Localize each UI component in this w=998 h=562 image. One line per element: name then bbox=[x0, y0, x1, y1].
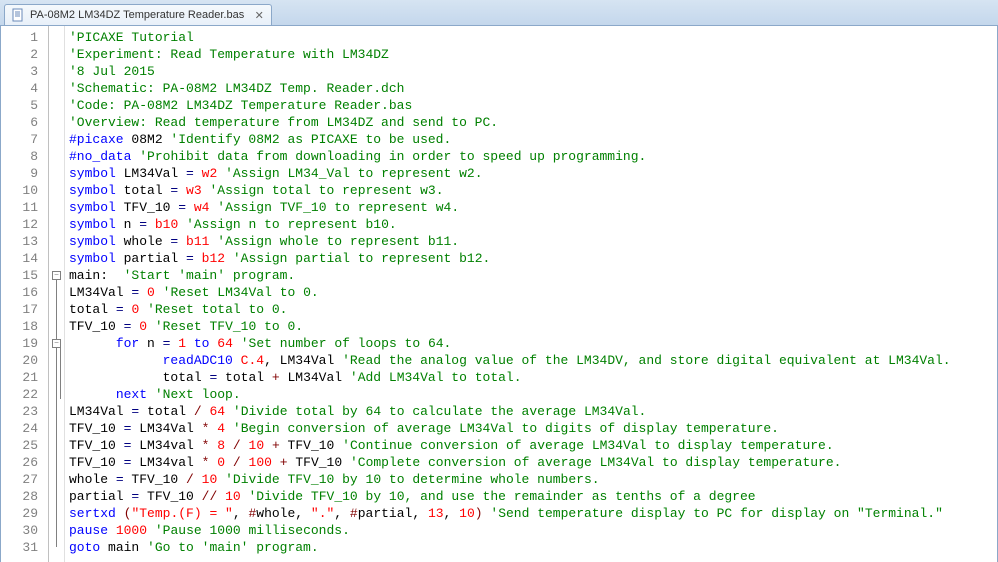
line-number: 11 bbox=[1, 199, 48, 216]
code-line[interactable]: symbol LM34Val = w2 'Assign LM34_Val to … bbox=[69, 165, 997, 182]
line-number: 13 bbox=[1, 233, 48, 250]
code-line[interactable]: 'Schematic: PA-08M2 LM34DZ Temp. Reader.… bbox=[69, 80, 997, 97]
line-number: 31 bbox=[1, 539, 48, 556]
line-number: 30 bbox=[1, 522, 48, 539]
code-line[interactable]: sertxd ("Temp.(F) = ", #whole, ".", #par… bbox=[69, 505, 997, 522]
tab-title: PA-08M2 LM34DZ Temperature Reader.bas bbox=[30, 9, 244, 21]
code-line[interactable]: 'Overview: Read temperature from LM34DZ … bbox=[69, 114, 997, 131]
code-line[interactable]: partial = TFV_10 // 10 'Divide TFV_10 by… bbox=[69, 488, 997, 505]
code-line[interactable]: 'Experiment: Read Temperature with LM34D… bbox=[69, 46, 997, 63]
code-line[interactable]: main: 'Start 'main' program. bbox=[69, 267, 997, 284]
line-number: 9 bbox=[1, 165, 48, 182]
line-number: 5 bbox=[1, 97, 48, 114]
line-number: 28 bbox=[1, 488, 48, 505]
close-tab-icon[interactable]: ✕ bbox=[253, 9, 265, 21]
line-number: 25 bbox=[1, 437, 48, 454]
code-line[interactable]: '8 Jul 2015 bbox=[69, 63, 997, 80]
code-line[interactable]: TFV_10 = LM34val * 8 / 10 + TFV_10 'Cont… bbox=[69, 437, 997, 454]
editor-area: 1234567891011121314151617181920212223242… bbox=[0, 26, 998, 562]
code-line[interactable]: symbol n = b10 'Assign n to represent b1… bbox=[69, 216, 997, 233]
file-tab[interactable]: PA-08M2 LM34DZ Temperature Reader.bas ✕ bbox=[4, 4, 272, 25]
code-line[interactable]: symbol whole = b11 'Assign whole to repr… bbox=[69, 233, 997, 250]
line-number: 2 bbox=[1, 46, 48, 63]
line-number: 17 bbox=[1, 301, 48, 318]
code-line[interactable]: pause 1000 'Pause 1000 milliseconds. bbox=[69, 522, 997, 539]
tab-bar: PA-08M2 LM34DZ Temperature Reader.bas ✕ bbox=[0, 0, 998, 26]
line-number: 15 bbox=[1, 267, 48, 284]
fold-toggle-icon[interactable]: − bbox=[52, 271, 61, 280]
line-number: 29 bbox=[1, 505, 48, 522]
line-number: 18 bbox=[1, 318, 48, 335]
line-number-gutter: 1234567891011121314151617181920212223242… bbox=[1, 26, 49, 562]
code-line[interactable]: TFV_10 = LM34Val * 4 'Begin conversion o… bbox=[69, 420, 997, 437]
code-line[interactable]: readADC10 C.4, LM34Val 'Read the analog … bbox=[69, 352, 997, 369]
line-number: 7 bbox=[1, 131, 48, 148]
file-icon bbox=[11, 8, 25, 22]
code-line[interactable]: 'Code: PA-08M2 LM34DZ Temperature Reader… bbox=[69, 97, 997, 114]
line-number: 16 bbox=[1, 284, 48, 301]
code-line[interactable]: TFV_10 = LM34val * 0 / 100 + TFV_10 'Com… bbox=[69, 454, 997, 471]
code-line[interactable]: #no_data 'Prohibit data from downloading… bbox=[69, 148, 997, 165]
code-line[interactable]: TFV_10 = 0 'Reset TFV_10 to 0. bbox=[69, 318, 997, 335]
code-line[interactable]: LM34Val = 0 'Reset LM34Val to 0. bbox=[69, 284, 997, 301]
fold-toggle-icon[interactable]: − bbox=[52, 339, 61, 348]
line-number: 27 bbox=[1, 471, 48, 488]
line-number: 23 bbox=[1, 403, 48, 420]
line-number: 21 bbox=[1, 369, 48, 386]
line-number: 14 bbox=[1, 250, 48, 267]
line-number: 22 bbox=[1, 386, 48, 403]
code-line[interactable]: total = total + LM34Val 'Add LM34Val to … bbox=[69, 369, 997, 386]
line-number: 20 bbox=[1, 352, 48, 369]
code-line[interactable]: whole = TFV_10 / 10 'Divide TFV_10 by 10… bbox=[69, 471, 997, 488]
fold-margin: −− bbox=[49, 26, 65, 562]
code-line[interactable]: total = 0 'Reset total to 0. bbox=[69, 301, 997, 318]
code-line[interactable]: symbol total = w3 'Assign total to repre… bbox=[69, 182, 997, 199]
code-line[interactable]: for n = 1 to 64 'Set number of loops to … bbox=[69, 335, 997, 352]
line-number: 3 bbox=[1, 63, 48, 80]
code-line[interactable]: goto main 'Go to 'main' program. bbox=[69, 539, 997, 556]
line-number: 8 bbox=[1, 148, 48, 165]
code-line[interactable]: symbol partial = b12 'Assign partial to … bbox=[69, 250, 997, 267]
code-line[interactable]: LM34Val = total / 64 'Divide total by 64… bbox=[69, 403, 997, 420]
code-line[interactable]: 'PICAXE Tutorial bbox=[69, 29, 997, 46]
line-number: 26 bbox=[1, 454, 48, 471]
line-number: 19 bbox=[1, 335, 48, 352]
line-number: 12 bbox=[1, 216, 48, 233]
line-number: 24 bbox=[1, 420, 48, 437]
code-line[interactable]: next 'Next loop. bbox=[69, 386, 997, 403]
code-line[interactable]: symbol TFV_10 = w4 'Assign TVF_10 to rep… bbox=[69, 199, 997, 216]
line-number: 4 bbox=[1, 80, 48, 97]
line-number: 6 bbox=[1, 114, 48, 131]
line-number: 10 bbox=[1, 182, 48, 199]
code-line[interactable]: #picaxe 08M2 'Identify 08M2 as PICAXE to… bbox=[69, 131, 997, 148]
line-number: 1 bbox=[1, 29, 48, 46]
code-content[interactable]: 'PICAXE Tutorial'Experiment: Read Temper… bbox=[65, 26, 997, 562]
